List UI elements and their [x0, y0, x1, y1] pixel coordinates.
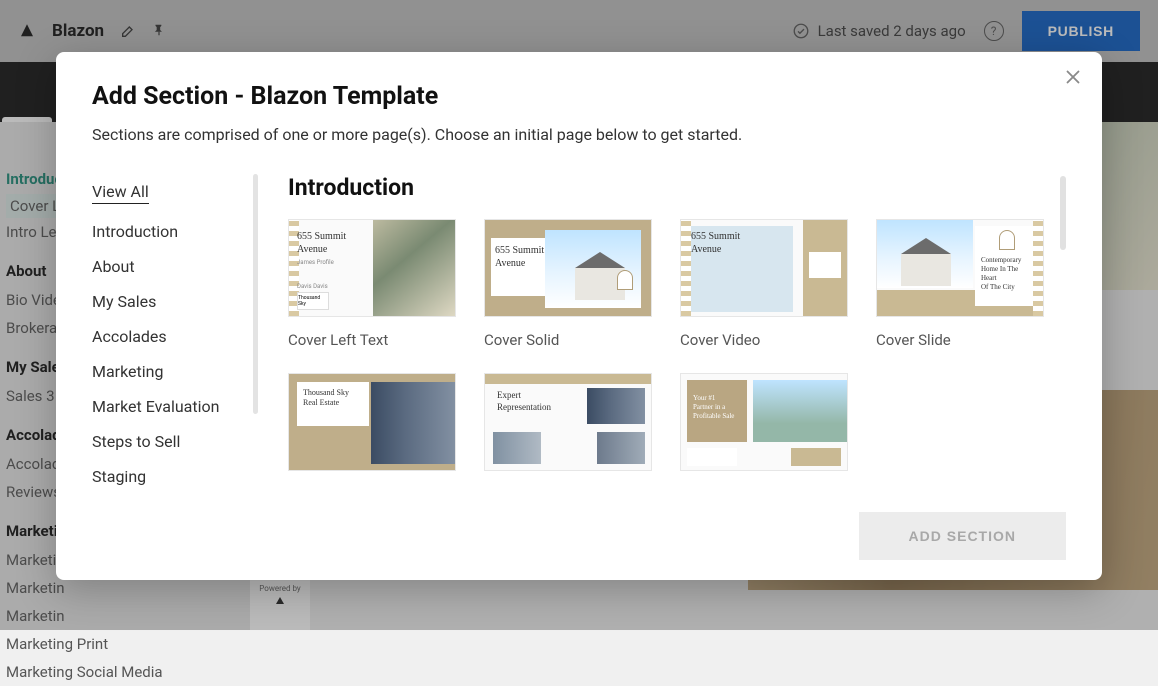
outline-item[interactable]: Marketing Social Media — [6, 658, 244, 686]
category-item[interactable]: Steps to Sell — [92, 424, 250, 459]
category-item[interactable]: Market Evaluation — [92, 389, 250, 424]
category-item[interactable]: Staging — [92, 459, 250, 494]
category-item[interactable]: Accolades — [92, 319, 250, 354]
gallery-scrollbar[interactable] — [1060, 176, 1066, 250]
category-list: View All IntroductionAboutMy SalesAccolad… — [92, 174, 258, 504]
category-item[interactable]: My Sales — [92, 284, 250, 319]
outline-item[interactable]: Marketing Print — [6, 630, 244, 658]
modal-title: Add Section - Blazon Template — [92, 82, 1066, 111]
template-card-label: Cover Left Text — [288, 331, 456, 349]
template-card[interactable]: 655 SummitAvenue James Profile Davis Dav… — [288, 219, 456, 349]
close-icon[interactable] — [1062, 66, 1084, 88]
template-card-label: Cover Slide — [876, 331, 1044, 349]
template-card-label: Cover Solid — [484, 331, 652, 349]
template-card[interactable]: Contemporary Home In The Heart Of The Ci… — [876, 219, 1044, 349]
gallery-section-title: Introduction — [288, 174, 1066, 201]
template-card[interactable]: 655 SummitAvenue Cover Solid — [484, 219, 652, 349]
template-card-grid: 655 SummitAvenue James Profile Davis Dav… — [288, 219, 1066, 485]
template-card[interactable]: 655 SummitAvenue Cover Video — [680, 219, 848, 349]
category-item[interactable]: View All — [92, 174, 149, 204]
template-card[interactable]: Your #1 Partner in a Profitable Sale — [680, 373, 848, 485]
category-item[interactable]: Marketing — [92, 354, 250, 389]
category-item[interactable]: About — [92, 249, 250, 284]
add-section-button[interactable]: ADD SECTION — [859, 512, 1066, 560]
template-card[interactable]: Thousand SkyReal Estate — [288, 373, 456, 485]
template-card[interactable]: ExpertRepresentation — [484, 373, 652, 485]
template-card-label: Cover Video — [680, 331, 848, 349]
template-gallery: Introduction 655 SummitAvenue James Prof… — [258, 174, 1066, 504]
modal-subtitle: Sections are comprised of one or more pa… — [92, 125, 1066, 144]
category-item[interactable]: Introduction — [92, 214, 250, 249]
add-section-modal: Add Section - Blazon Template Sections a… — [56, 52, 1102, 580]
